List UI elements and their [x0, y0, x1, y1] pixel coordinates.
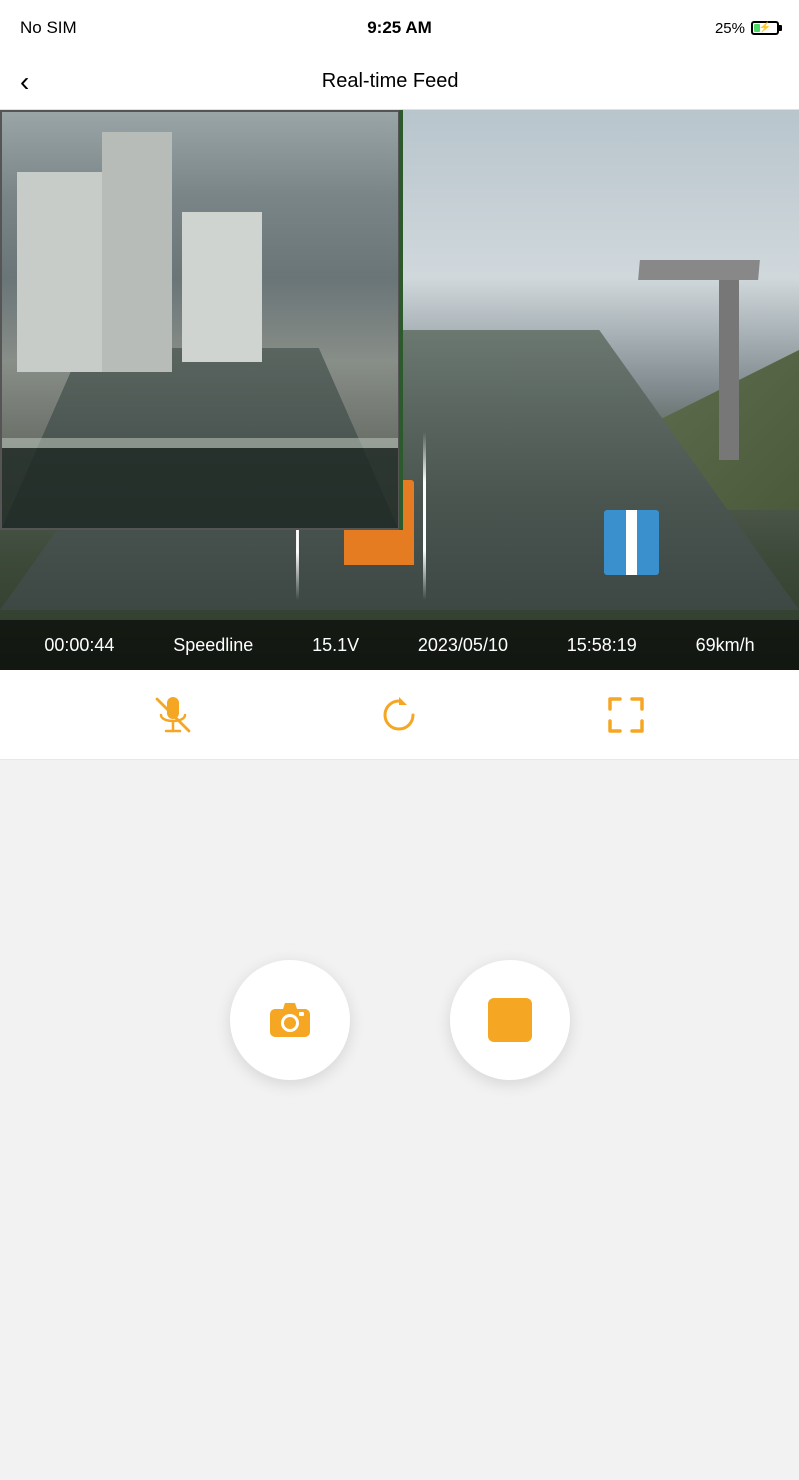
video-overlay: 00:00:44 Speedline 15.1V 2023/05/10 15:5… — [0, 620, 799, 670]
video-feed: 00:00:44 Speedline 15.1V 2023/05/10 15:5… — [0, 110, 799, 670]
camera-divider — [399, 110, 403, 530]
status-bar: No SIM 9:25 AM 25% ⚡ — [0, 0, 799, 54]
back-button[interactable]: ‹ — [20, 68, 29, 96]
controls-bar — [0, 670, 799, 760]
bus — [604, 510, 659, 575]
fullscreen-button[interactable] — [599, 688, 653, 742]
main-area — [0, 760, 799, 1480]
inset-camera-view — [0, 110, 400, 530]
main-camera-view — [0, 110, 799, 670]
video-timestamp: 00:00:44 — [44, 635, 114, 656]
battery-percentage: 25% — [715, 20, 745, 37]
video-time: 15:58:19 — [567, 635, 637, 656]
sim-status: No SIM — [20, 18, 77, 38]
header: ‹ Real-time Feed — [0, 54, 799, 110]
battery-icon: ⚡ — [751, 21, 779, 35]
video-date: 2023/05/10 — [418, 635, 508, 656]
page-title: Real-time Feed — [49, 70, 731, 93]
camera-icon — [265, 995, 315, 1045]
refresh-button[interactable] — [372, 688, 426, 742]
battery-bolt-icon: ⚡ — [759, 23, 771, 34]
video-speed: 69km/h — [696, 635, 755, 656]
stop-button[interactable] — [450, 960, 570, 1080]
stop-icon — [488, 998, 532, 1042]
fullscreen-icon — [604, 693, 648, 737]
video-voltage: 15.1V — [312, 635, 359, 656]
mute-mic-button[interactable] — [146, 688, 200, 742]
capture-button[interactable] — [230, 960, 350, 1080]
mute-mic-icon — [151, 693, 195, 737]
action-buttons — [230, 960, 570, 1080]
refresh-icon — [377, 693, 421, 737]
video-brand: Speedline — [173, 635, 253, 656]
battery-area: 25% ⚡ — [715, 20, 779, 37]
status-time: 9:25 AM — [367, 18, 432, 38]
